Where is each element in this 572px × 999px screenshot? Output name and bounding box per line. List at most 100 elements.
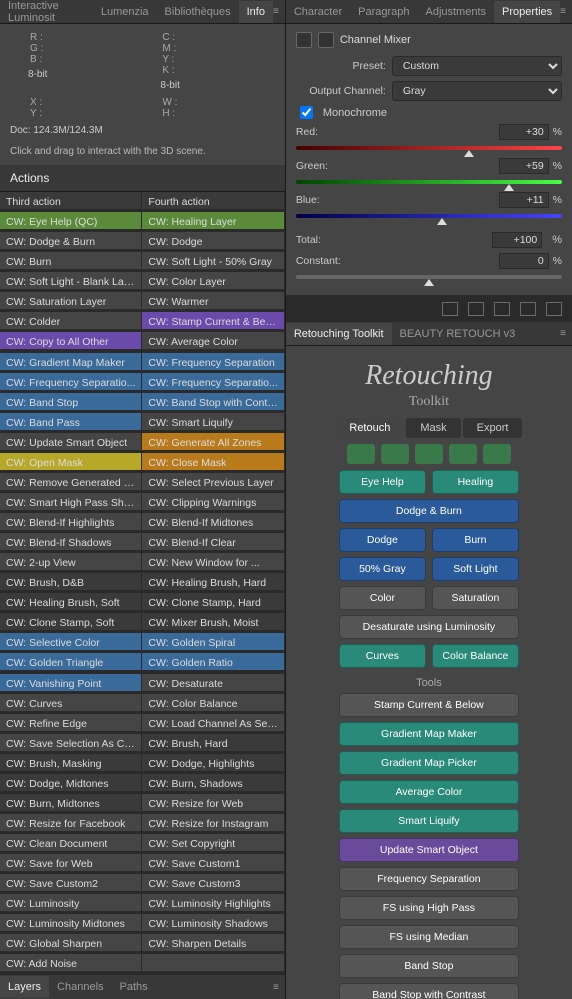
slider-track[interactable] [296, 210, 562, 222]
panel-menu-icon[interactable]: ≡ [273, 6, 285, 17]
rt-tool-button[interactable]: Average Color [339, 780, 519, 804]
action-item[interactable]: CW: Sharpen Details [142, 934, 284, 952]
action-item[interactable]: CW: Clone Stamp, Soft [0, 613, 142, 631]
action-item[interactable]: CW: Smart Liquify [142, 413, 284, 431]
action-item[interactable]: CW: Luminosity Midtones [0, 914, 142, 932]
action-item[interactable]: CW: Burn, Midtones [0, 794, 142, 812]
action-item[interactable]: CW: Luminosity Highlights [142, 894, 284, 912]
action-item[interactable]: CW: Frequency Separatio... [0, 373, 142, 391]
action-item[interactable]: CW: Clean Document [0, 834, 142, 852]
action-item[interactable]: CW: Select Previous Layer [142, 473, 284, 491]
healing-tool-icon[interactable] [381, 444, 409, 464]
action-item[interactable]: Third action [0, 192, 142, 210]
action-item[interactable]: CW: Color Layer [142, 272, 284, 290]
action-item[interactable]: CW: Save Custom3 [142, 874, 284, 892]
tab-retouching-toolkit[interactable]: Retouching Toolkit [286, 323, 392, 345]
action-item[interactable]: CW: Band Stop with Contr... [142, 393, 284, 411]
action-item[interactable]: CW: Saturation Layer [0, 292, 142, 310]
rt-button[interactable]: Healing [432, 470, 519, 494]
action-item[interactable]: CW: Dodge [142, 232, 284, 250]
rt-button[interactable]: Desaturate using Luminosity [339, 615, 519, 639]
action-item[interactable]: CW: Desaturate [142, 674, 284, 692]
action-item[interactable]: CW: Clone Stamp, Hard [142, 593, 284, 611]
rt-button[interactable]: Dodge [339, 528, 426, 552]
action-item[interactable]: CW: Healing Brush, Hard [142, 573, 284, 591]
slider-value[interactable] [499, 158, 549, 174]
action-item[interactable]: CW: Brush, Hard [142, 734, 284, 752]
action-item[interactable]: CW: Soft Light - Blank Lay... [0, 272, 142, 290]
rt-mode-mask[interactable]: Mask [406, 418, 460, 438]
clip-icon[interactable] [442, 302, 458, 316]
action-item[interactable]: CW: Copy to All Other [0, 332, 142, 350]
rt-button[interactable]: Color [339, 586, 426, 610]
action-item[interactable]: CW: Curves [0, 694, 142, 712]
action-item[interactable]: CW: Colder [0, 312, 142, 330]
action-item[interactable]: CW: Brush, D&B [0, 573, 142, 591]
rt-tool-button[interactable]: Band Stop [339, 954, 519, 978]
rt-button[interactable]: 50% Gray [339, 557, 426, 581]
action-item[interactable]: CW: Golden Ratio [142, 653, 284, 671]
action-item[interactable]: CW: Resize for Instagram [142, 814, 284, 832]
panel-menu-icon[interactable]: ≡ [560, 328, 572, 339]
action-item[interactable]: CW: Close Mask [142, 453, 284, 471]
action-item[interactable]: CW: Global Sharpen [0, 934, 142, 952]
action-item[interactable]: CW: Warmer [142, 292, 284, 310]
tab-layers[interactable]: Layers [0, 976, 49, 998]
tab-paths[interactable]: Paths [112, 976, 156, 998]
action-item[interactable]: CW: Vanishing Point [0, 674, 142, 692]
slider-value[interactable] [499, 192, 549, 208]
monochrome-checkbox[interactable] [300, 106, 313, 119]
rt-button[interactable]: Saturation [432, 586, 519, 610]
action-item[interactable]: CW: Remove Generated C... [0, 473, 142, 491]
action-item[interactable]: CW: Color Balance [142, 694, 284, 712]
rt-tool-button[interactable]: FS using Median [339, 925, 519, 949]
action-item[interactable]: CW: Healing Layer [142, 212, 284, 230]
clone-tool-icon[interactable] [415, 444, 443, 464]
action-item[interactable]: CW: Eye Help (QC) [0, 212, 142, 230]
action-item[interactable]: Fourth action [142, 192, 284, 210]
action-item[interactable]: CW: Frequency Separatio... [142, 373, 284, 391]
action-item[interactable]: CW: Generate All Zones [142, 433, 284, 451]
action-item[interactable]: CW: Golden Spiral [142, 633, 284, 651]
prev-state-icon[interactable] [468, 302, 484, 316]
action-item[interactable]: CW: Gradient Map Maker [0, 353, 142, 371]
constant-slider[interactable] [296, 271, 562, 283]
rt-mode-export[interactable]: Export [463, 418, 523, 438]
action-item[interactable]: CW: Blend-If Shadows [0, 533, 142, 551]
rt-button[interactable]: Burn [432, 528, 519, 552]
action-item[interactable]: CW: Brush, Masking [0, 754, 142, 772]
rt-tool-button[interactable]: Smart Liquify [339, 809, 519, 833]
tab-beauty-retouch-v3[interactable]: BEAUTY RETOUCH v3 [392, 323, 524, 345]
action-item[interactable]: CW: Soft Light - 50% Gray [142, 252, 284, 270]
tab-lumenzia[interactable]: Lumenzia [93, 1, 157, 23]
rt-tool-button[interactable]: Gradient Map Picker [339, 751, 519, 775]
rt-mode-retouch[interactable]: Retouch [335, 418, 404, 438]
action-item[interactable]: CW: Blend-If Midtones [142, 513, 284, 531]
action-item[interactable]: CW: Open Mask [0, 453, 142, 471]
action-item[interactable]: CW: Dodge & Burn [0, 232, 142, 250]
rt-button[interactable]: Soft Light [432, 557, 519, 581]
action-item[interactable]: CW: Smart High Pass Shar... [0, 493, 142, 511]
action-item[interactable]: CW: Update Smart Object [0, 433, 142, 451]
action-item[interactable]: CW: Add Noise [0, 954, 142, 972]
panel-menu-icon[interactable]: ≡ [273, 982, 285, 993]
action-item[interactable]: CW: Set Copyright [142, 834, 284, 852]
action-item[interactable] [142, 954, 284, 972]
action-item[interactable]: CW: Save Custom2 [0, 874, 142, 892]
action-item[interactable]: CW: Mixer Brush, Moist [142, 613, 284, 631]
trash-icon[interactable] [546, 302, 562, 316]
rt-button[interactable]: Curves [339, 644, 426, 668]
output-channel-select[interactable]: Gray [392, 81, 562, 101]
action-item[interactable]: CW: Stamp Current & Below [142, 312, 284, 330]
action-item[interactable]: CW: Burn [0, 252, 142, 270]
tab-info[interactable]: Info [239, 1, 273, 23]
rt-button[interactable]: Dodge & Burn [339, 499, 519, 523]
action-item[interactable]: CW: Luminosity Shadows [142, 914, 284, 932]
tab-character[interactable]: Character [286, 1, 350, 23]
action-item[interactable]: CW: Resize for Facebook [0, 814, 142, 832]
tab-paragraph[interactable]: Paragraph [350, 1, 417, 23]
constant-value[interactable] [499, 253, 549, 269]
tab-bibliothèques[interactable]: Bibliothèques [157, 1, 239, 23]
action-item[interactable]: CW: Resize for Web [142, 794, 284, 812]
tab-channels[interactable]: Channels [49, 976, 111, 998]
